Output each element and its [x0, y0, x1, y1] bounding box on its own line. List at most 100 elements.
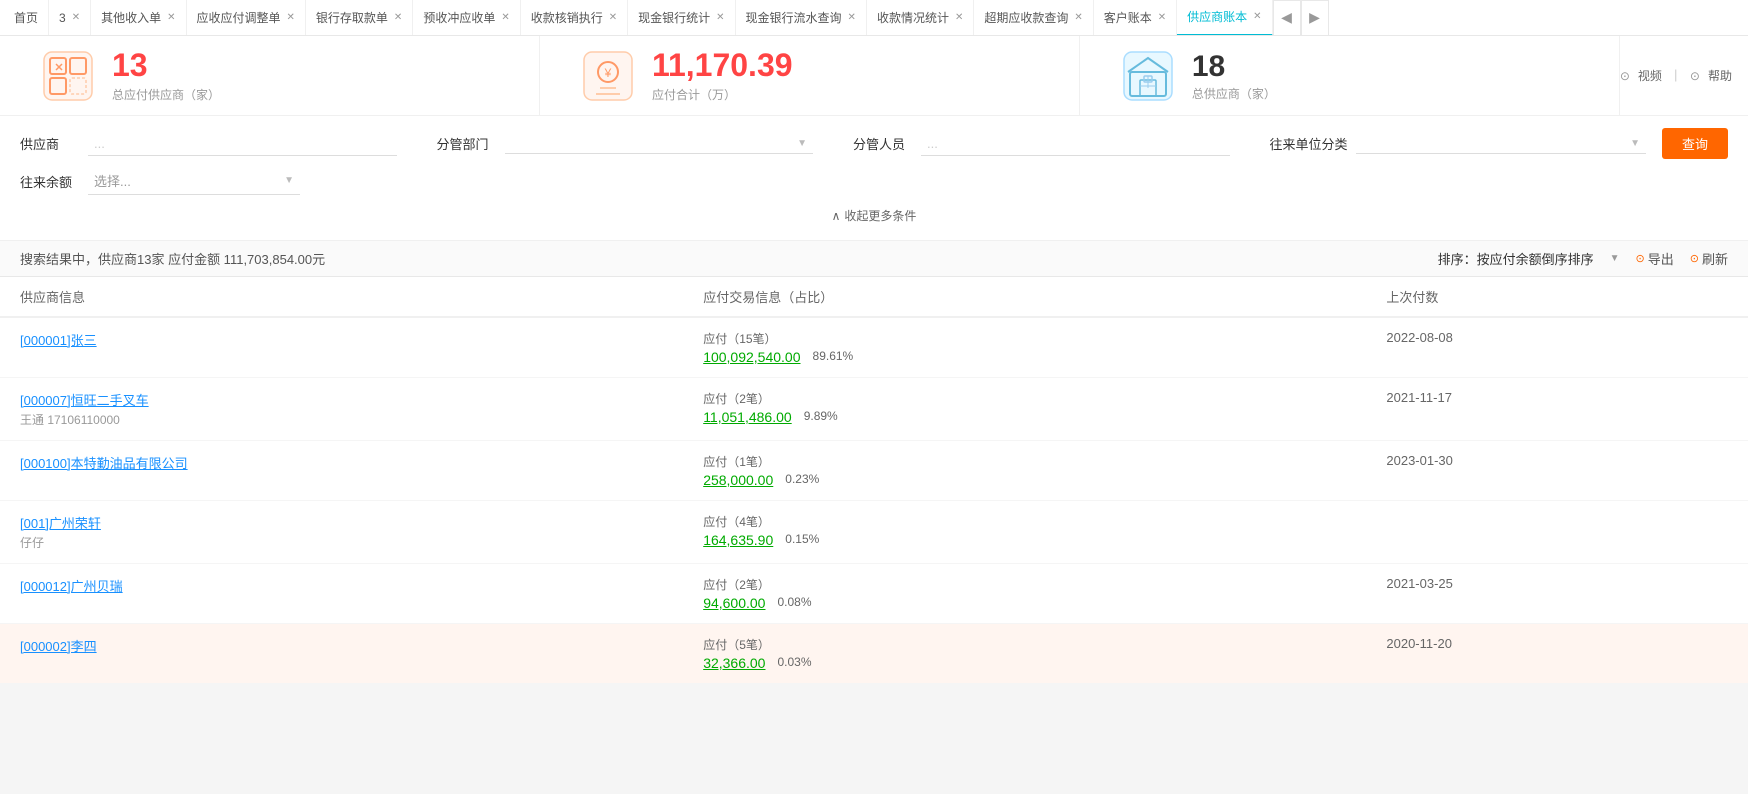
last-pay-date: 2021-03-25 [1386, 576, 1453, 591]
payable-suppliers-label: 总应付供应商（家） [112, 86, 220, 103]
category-label: 往来单位分类 [1270, 134, 1348, 153]
close-icon[interactable]: ✕ [1158, 12, 1166, 23]
close-icon[interactable]: ✕ [287, 12, 295, 23]
filter-balance: 往来余额 选择... ▼ [20, 167, 300, 195]
payable-total-label: 应付合计（万） [652, 86, 793, 103]
search-button[interactable]: 查询 [1662, 128, 1728, 159]
tab-collection-exec[interactable]: 收款核销执行 ✕ [521, 0, 628, 36]
tx-amount[interactable]: 100,092,540.00 [703, 349, 800, 365]
close-icon[interactable]: ✕ [167, 12, 175, 23]
tab-cash-bank-flow[interactable]: 现金银行流水查询 ✕ [736, 0, 867, 36]
last-pay-cell: 2020-11-20 [1386, 636, 1728, 651]
supplier-sub-info: 仔仔 [20, 534, 703, 551]
close-icon[interactable]: ✕ [72, 12, 80, 23]
person-label: 分管人员 [853, 134, 913, 153]
last-pay-cell: 2023-01-30 [1386, 453, 1728, 468]
person-select[interactable]: ... [921, 132, 1230, 156]
circle-icon2: ⊙ [1690, 69, 1700, 83]
tab-prepay[interactable]: 预收冲应收单 ✕ [413, 0, 520, 36]
filter-person: 分管人员 ... [853, 132, 1230, 156]
payable-total-icon: ¥ [580, 48, 636, 104]
video-link[interactable]: 视频 [1638, 67, 1662, 84]
close-icon[interactable]: ✕ [609, 12, 617, 23]
tab-supplier-ledger[interactable]: 供应商账本 ✕ [1177, 0, 1272, 36]
top-right-links: ⊙ 视频 ｜ ⊙ 帮助 [1620, 67, 1748, 84]
tab-bank-deposit[interactable]: 银行存取款单 ✕ [306, 0, 413, 36]
supplier-info-cell: [000100]本特勤油品有限公司 [20, 453, 703, 472]
tx-info-cell: 应付（1笔） 258,000.00 0.23% [703, 453, 1386, 488]
total-suppliers-num: 18 [1192, 50, 1276, 83]
balance-select[interactable]: 选择... ▼ [88, 167, 300, 195]
category-select[interactable]: ▼ [1356, 134, 1646, 154]
chevron-down-icon: ▼ [1630, 138, 1640, 149]
export-button[interactable]: ⊙ 导出 [1636, 249, 1674, 268]
supplier-link[interactable]: [000100]本特勤油品有限公司 [20, 453, 703, 472]
tx-amount[interactable]: 11,051,486.00 [703, 409, 792, 425]
collapse-button[interactable]: ∧ 收起更多条件 [20, 203, 1728, 232]
table-row: [001]广州荣轩 仔仔 应付（4笔） 164,635.90 0.15% [0, 501, 1748, 564]
tx-amount[interactable]: 258,000.00 [703, 472, 773, 488]
close-icon[interactable]: ✕ [716, 12, 724, 23]
supplier-link[interactable]: [000012]广州贝瑞 [20, 576, 703, 595]
tab-collection-stats[interactable]: 收款情况统计 ✕ [867, 0, 974, 36]
refresh-button[interactable]: ⊙ 刷新 [1690, 249, 1728, 268]
chevron-down-icon: ▼ [1610, 253, 1620, 264]
total-suppliers-icon [1120, 48, 1176, 104]
tx-amount[interactable]: 164,635.90 [703, 532, 773, 548]
payable-suppliers-icon [40, 48, 96, 104]
help-link[interactable]: 帮助 [1708, 67, 1732, 84]
refresh-icon: ⊙ [1690, 252, 1699, 265]
sort-label[interactable]: 排序：按应付余额倒序排序 [1438, 249, 1594, 268]
last-pay-cell: 2021-03-25 [1386, 576, 1728, 591]
last-pay-date: 2020-11-20 [1386, 636, 1452, 651]
stats-bar: 13 总应付供应商（家） ¥ 11,170.39 应付合计（万） [0, 36, 1748, 116]
close-icon[interactable]: ✕ [848, 12, 856, 23]
supplier-link[interactable]: [001]广州荣轩 [20, 513, 703, 532]
tx-amount[interactable]: 94,600.00 [703, 595, 765, 611]
supplier-link[interactable]: [000001]张三 [20, 330, 703, 349]
close-icon[interactable]: ✕ [1253, 11, 1261, 22]
tab-other-income[interactable]: 其他收入单 ✕ [91, 0, 186, 36]
svg-text:¥: ¥ [604, 66, 612, 80]
tx-label: 应付（2笔） [703, 576, 1386, 593]
close-icon[interactable]: ✕ [1074, 12, 1082, 23]
tab-customer-ledger[interactable]: 客户账本 ✕ [1094, 0, 1177, 36]
tx-pct: 89.61% [813, 349, 854, 363]
last-pay-date: 2023-01-30 [1386, 453, 1453, 468]
table-row: [000001]张三 应付（15笔） 100,092,540.00 89.61%… [0, 318, 1748, 378]
tx-info-cell: 应付（15笔） 100,092,540.00 89.61% [703, 330, 1386, 365]
table-row: [000100]本特勤油品有限公司 应付（1笔） 258,000.00 0.23… [0, 441, 1748, 501]
nav-prev-arrow[interactable]: ◀ [1273, 0, 1301, 36]
tx-pct: 0.15% [785, 532, 819, 546]
stat-payable-total: ¥ 11,170.39 应付合计（万） [540, 36, 1080, 115]
table-row: [000002]李四 应付（5笔） 32,366.00 0.03% 2020-1… [0, 624, 1748, 684]
nav-next-arrow[interactable]: ▶ [1301, 0, 1329, 36]
supplier-link[interactable]: [000002]李四 [20, 636, 703, 655]
tab-cash-bank-stats[interactable]: 现金银行统计 ✕ [628, 0, 735, 36]
export-icon: ⊙ [1636, 252, 1645, 265]
chevron-up-icon: ∧ [832, 209, 841, 223]
balance-label: 往来余额 [20, 172, 80, 191]
col-header-tx: 应付交易信息（占比） [703, 287, 1386, 306]
dept-label: 分管部门 [437, 134, 497, 153]
tx-pct: 9.89% [804, 409, 838, 423]
supplier-info-cell: [000012]广州贝瑞 [20, 576, 703, 595]
tab-overdue-ar[interactable]: 超期应收款查询 ✕ [974, 0, 1093, 36]
dept-select[interactable]: ▼ [505, 134, 814, 154]
supplier-link[interactable]: [000007]恒旺二手叉车 [20, 390, 703, 409]
tab-ar-ap-adjust[interactable]: 应收应付调整单 ✕ [187, 0, 306, 36]
last-pay-date: 2022-08-08 [1386, 330, 1453, 345]
supplier-table: 供应商信息 应付交易信息（占比） 上次付数 [000001]张三 应付（15笔）… [0, 277, 1748, 684]
tx-info-cell: 应付（2笔） 94,600.00 0.08% [703, 576, 1386, 611]
chevron-down-icon: ▼ [797, 138, 807, 149]
results-summary: 搜索结果中，供应商13家 应付金额 111,703,854.00元 [20, 249, 325, 268]
close-icon[interactable]: ✕ [955, 12, 963, 23]
tx-amount[interactable]: 32,366.00 [703, 655, 765, 671]
close-icon[interactable]: ✕ [394, 12, 402, 23]
tab-home[interactable]: 首页 [4, 0, 49, 36]
supplier-input[interactable]: ... [88, 132, 397, 156]
filter-category: 往来单位分类 ▼ [1270, 134, 1647, 154]
stat-total-suppliers: 18 总供应商（家） [1080, 36, 1620, 115]
close-icon[interactable]: ✕ [501, 12, 509, 23]
tab-3[interactable]: 3 ✕ [49, 0, 91, 36]
